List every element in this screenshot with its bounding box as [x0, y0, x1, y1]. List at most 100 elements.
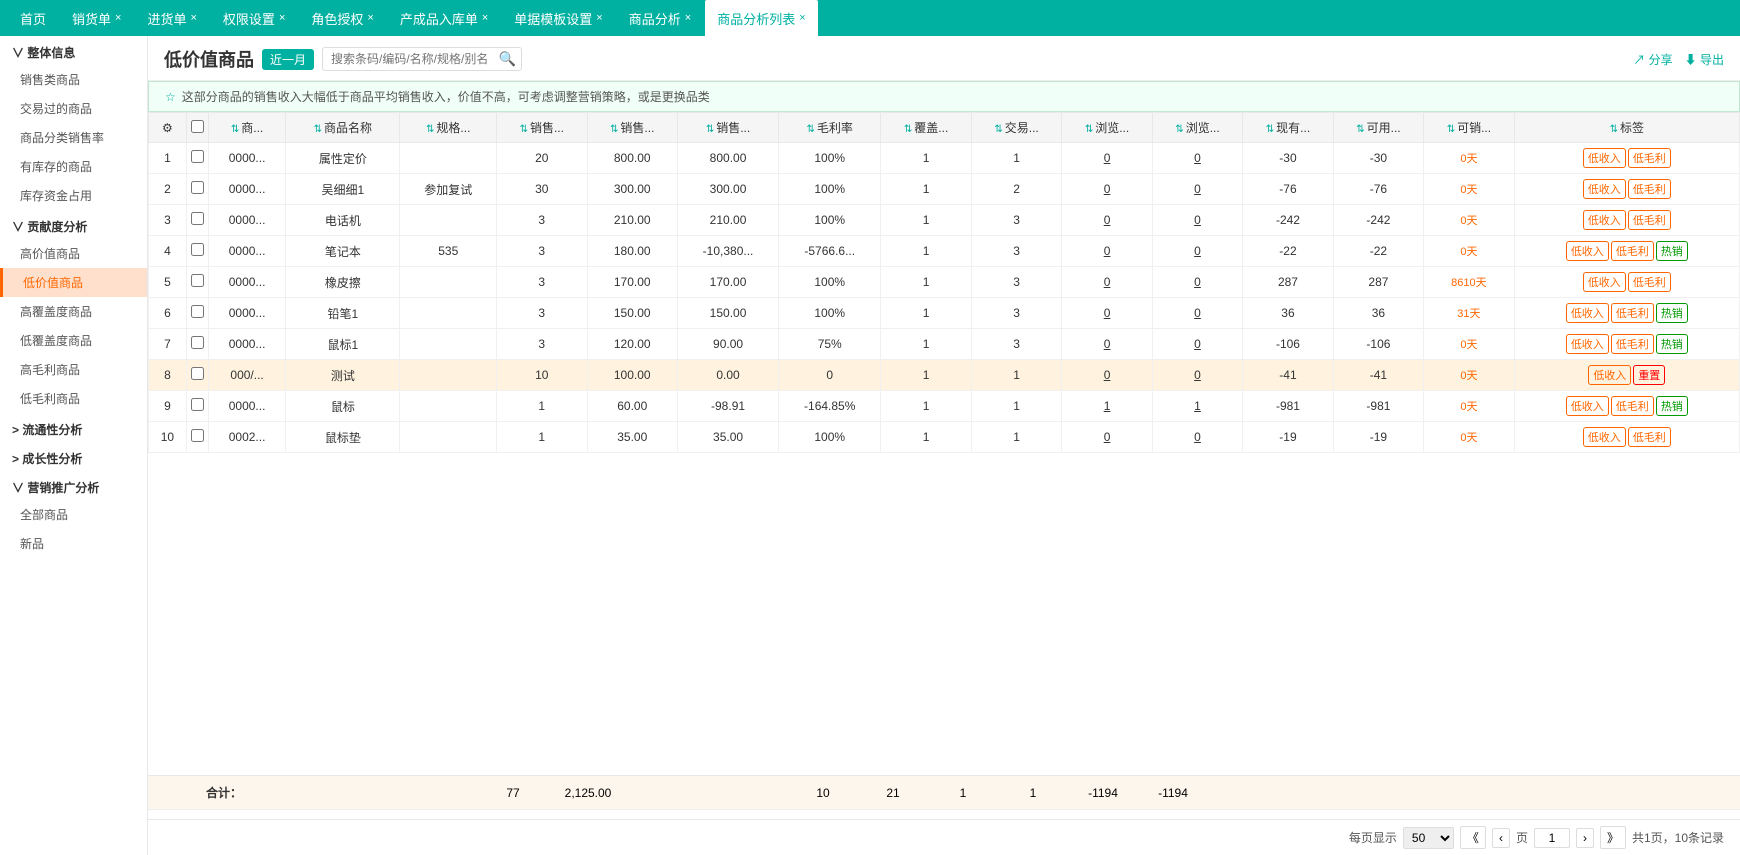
th-checkbox[interactable] — [186, 113, 208, 143]
nav-product-list[interactable]: 商品分析列表 × — [705, 0, 817, 36]
close-inventory[interactable]: × — [482, 12, 488, 24]
prev-page-btn[interactable]: ‹ — [1492, 828, 1510, 848]
cell-checkbox[interactable] — [186, 267, 208, 298]
row-checkbox[interactable] — [191, 367, 204, 380]
browse2-link[interactable]: 0 — [1194, 337, 1201, 351]
sidebar-item-new-goods[interactable]: 新品 — [0, 529, 147, 558]
browse2-link[interactable]: 0 — [1194, 213, 1201, 227]
sidebar-item-low-coverage[interactable]: 低覆盖度商品 — [0, 326, 147, 355]
search-icon[interactable]: 🔍 — [499, 51, 516, 68]
sidebar-item-high-value[interactable]: 高价值商品 — [0, 239, 147, 268]
sidebar-group-circulation[interactable]: > 流通性分析 — [0, 413, 147, 442]
cell-checkbox[interactable] — [186, 298, 208, 329]
cell-checkbox[interactable] — [186, 174, 208, 205]
close-sales[interactable]: × — [115, 12, 121, 24]
sidebar-item-traded-goods[interactable]: 交易过的商品 — [0, 94, 147, 123]
th-current[interactable]: ⇅现有... — [1243, 113, 1333, 143]
row-checkbox[interactable] — [191, 150, 204, 163]
share-btn[interactable]: ↗ 分享 — [1633, 51, 1672, 68]
th-spec[interactable]: ⇅规格... — [400, 113, 497, 143]
close-purchase[interactable]: × — [190, 12, 196, 24]
sidebar-group-growth[interactable]: > 成长性分析 — [0, 442, 147, 471]
cell-checkbox[interactable] — [186, 329, 208, 360]
th-tags[interactable]: ⇅标签 — [1514, 113, 1739, 143]
browse1-link[interactable]: 0 — [1104, 151, 1111, 165]
browse2-link[interactable]: 0 — [1194, 151, 1201, 165]
cell-browse1[interactable]: 0 — [1062, 329, 1152, 360]
nav-template[interactable]: 单据模板设置 × — [502, 0, 614, 36]
sidebar-item-category-rate[interactable]: 商品分类销售率 — [0, 123, 147, 152]
sidebar-item-all-goods[interactable]: 全部商品 — [0, 500, 147, 529]
cell-checkbox[interactable] — [186, 422, 208, 453]
sidebar-group-marketing[interactable]: ∨ 营销推广分析 — [0, 471, 147, 500]
browse2-link[interactable]: 0 — [1194, 244, 1201, 258]
th-trade[interactable]: ⇅交易... — [971, 113, 1061, 143]
cell-checkbox[interactable] — [186, 391, 208, 422]
next-page-btn[interactable]: › — [1576, 828, 1594, 848]
nav-product-analysis[interactable]: 商品分析 × — [617, 0, 703, 36]
row-checkbox[interactable] — [191, 305, 204, 318]
nav-home[interactable]: 首页 — [8, 0, 58, 36]
nav-permissions[interactable]: 权限设置 × — [211, 0, 297, 36]
row-checkbox[interactable] — [191, 429, 204, 442]
browse1-link[interactable]: 0 — [1104, 337, 1111, 351]
cell-checkbox[interactable] — [186, 236, 208, 267]
table-wrap[interactable]: ⚙ ⇅商... ⇅商品名称 ⇅规格... ⇅销售... ⇅销售... ⇅销售..… — [148, 112, 1740, 775]
nav-sales[interactable]: 销货单 × — [60, 0, 133, 36]
browse2-link[interactable]: 0 — [1194, 182, 1201, 196]
browse1-link[interactable]: 0 — [1104, 213, 1111, 227]
sidebar-item-stock-value[interactable]: 库存资金占用 — [0, 181, 147, 210]
nav-inventory[interactable]: 产成品入库单 × — [388, 0, 500, 36]
cell-checkbox[interactable] — [186, 143, 208, 174]
browse1-link[interactable]: 0 — [1104, 244, 1111, 258]
browse1-link[interactable]: 0 — [1104, 430, 1111, 444]
th-cover[interactable]: ⇅覆盖... — [881, 113, 971, 143]
nav-purchase[interactable]: 进货单 × — [135, 0, 208, 36]
browse1-link[interactable]: 0 — [1104, 306, 1111, 320]
th-setting[interactable]: ⚙ — [149, 113, 187, 143]
row-checkbox[interactable] — [191, 181, 204, 194]
th-sale1[interactable]: ⇅销售... — [497, 113, 587, 143]
select-all-checkbox[interactable] — [191, 120, 204, 133]
browse2-link[interactable]: 0 — [1194, 430, 1201, 444]
row-checkbox[interactable] — [191, 243, 204, 256]
row-checkbox[interactable] — [191, 212, 204, 225]
th-margin[interactable]: ⇅毛利率 — [779, 113, 881, 143]
close-permissions[interactable]: × — [279, 12, 285, 24]
browse1-link[interactable]: 0 — [1104, 368, 1111, 382]
cell-browse1[interactable]: 0 — [1062, 298, 1152, 329]
browse1-link[interactable]: 1 — [1104, 399, 1111, 413]
cell-checkbox[interactable] — [186, 205, 208, 236]
browse2-link[interactable]: 1 — [1194, 399, 1201, 413]
sidebar-item-sales-goods[interactable]: 销售类商品 — [0, 65, 147, 94]
cell-browse1[interactable]: 0 — [1062, 174, 1152, 205]
scrollbar-row[interactable] — [148, 809, 1740, 819]
browse2-link[interactable]: 0 — [1194, 368, 1201, 382]
th-browse2[interactable]: ⇅浏览... — [1152, 113, 1242, 143]
row-checkbox[interactable] — [191, 274, 204, 287]
cell-browse1[interactable]: 0 — [1062, 205, 1152, 236]
th-code[interactable]: ⇅商... — [208, 113, 285, 143]
nav-roles[interactable]: 角色授权 × — [299, 0, 385, 36]
close-roles[interactable]: × — [367, 12, 373, 24]
sidebar-item-high-margin[interactable]: 高毛利商品 — [0, 355, 147, 384]
per-page-select[interactable]: 50 100 200 — [1403, 827, 1454, 849]
th-sale2[interactable]: ⇅销售... — [587, 113, 677, 143]
cell-browse1[interactable]: 1 — [1062, 391, 1152, 422]
cell-browse1[interactable]: 0 — [1062, 360, 1152, 391]
browse2-link[interactable]: 0 — [1194, 275, 1201, 289]
first-page-btn[interactable]: 《 — [1460, 826, 1486, 849]
page-input[interactable] — [1534, 828, 1570, 848]
sidebar-item-low-margin[interactable]: 低毛利商品 — [0, 384, 147, 413]
browse2-link[interactable]: 0 — [1194, 306, 1201, 320]
close-product-analysis[interactable]: × — [685, 12, 691, 24]
sidebar-item-high-coverage[interactable]: 高覆盖度商品 — [0, 297, 147, 326]
browse1-link[interactable]: 0 — [1104, 182, 1111, 196]
last-page-btn[interactable]: 》 — [1600, 826, 1626, 849]
th-available[interactable]: ⇅可用... — [1333, 113, 1423, 143]
cell-browse1[interactable]: 0 — [1062, 143, 1152, 174]
browse1-link[interactable]: 0 — [1104, 275, 1111, 289]
export-btn[interactable]: ⬇ 导出 — [1685, 51, 1724, 68]
cell-browse1[interactable]: 0 — [1062, 422, 1152, 453]
th-browse1[interactable]: ⇅浏览... — [1062, 113, 1152, 143]
